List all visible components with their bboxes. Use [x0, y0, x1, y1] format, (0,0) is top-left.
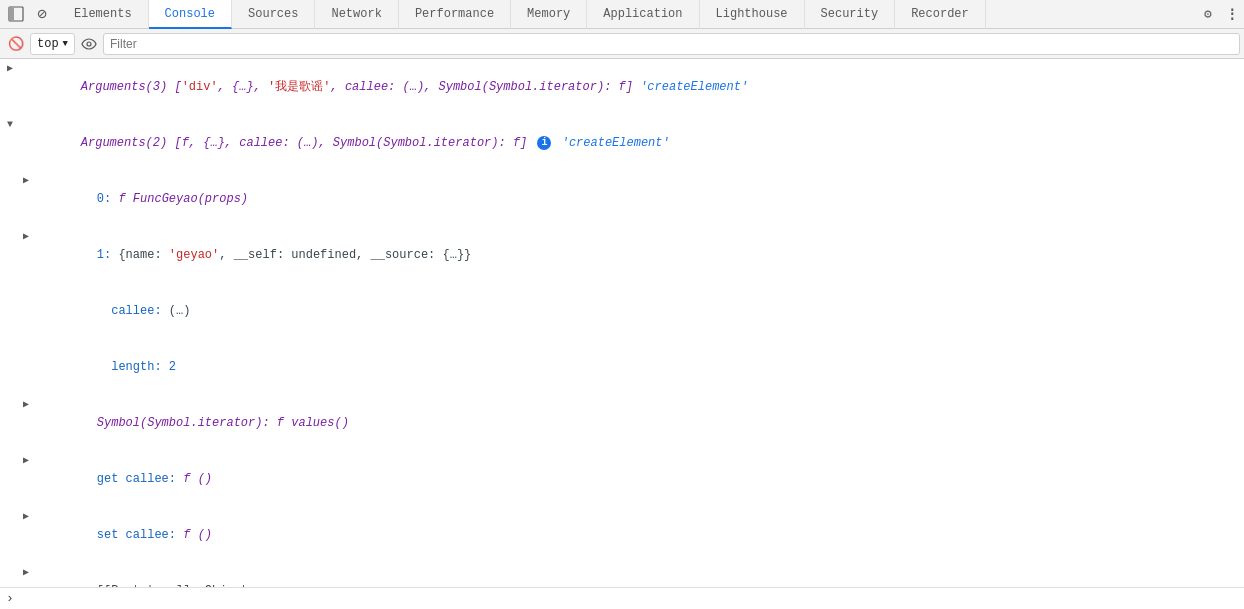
line-args2-get-callee[interactable]: ▶ get callee: f ()	[0, 451, 1244, 507]
tab-bar: ⊘ Elements Console Sources Network Perfo…	[0, 0, 1244, 29]
line-args2-callee: ▶ callee: (…)	[0, 283, 1244, 339]
svg-rect-1	[9, 7, 14, 21]
collapse-args2-arrow[interactable]: ▼	[4, 116, 16, 134]
console-toolbar: 🚫 top ▼	[0, 29, 1244, 59]
expand-args2-0-arrow[interactable]: ▶	[20, 172, 32, 190]
svg-point-2	[87, 42, 91, 46]
tab-elements[interactable]: Elements	[58, 0, 149, 29]
line-args2-length: ▶ length: 2	[0, 339, 1244, 395]
line-args3[interactable]: ▶ Arguments(3) ['div', {…}, '我是歌谣', call…	[0, 59, 1244, 115]
expand-args2-1-arrow[interactable]: ▶	[20, 228, 32, 246]
tab-sources[interactable]: Sources	[232, 0, 315, 29]
clear-console-icon[interactable]: 🚫	[4, 32, 28, 56]
line-args2-0[interactable]: ▶ 0: f FuncGeyao(props)	[0, 171, 1244, 227]
line-args2-header[interactable]: ▼ Arguments(2) [f, {…}, callee: (…), Sym…	[0, 115, 1244, 171]
tab-security[interactable]: Security	[805, 0, 896, 29]
expand-get-arrow[interactable]: ▶	[20, 452, 32, 470]
expand-symbol-arrow[interactable]: ▶	[20, 396, 32, 414]
prompt-arrow-icon: ›	[6, 591, 14, 606]
expand-proto-arrow[interactable]: ▶	[20, 564, 32, 582]
settings-icon[interactable]: ⚙	[1196, 2, 1220, 26]
tab-recorder[interactable]: Recorder	[895, 0, 986, 29]
block-icon[interactable]: ⊘	[30, 2, 54, 26]
context-label: top	[37, 37, 59, 51]
tab-lighthouse[interactable]: Lighthouse	[700, 0, 805, 29]
tab-network[interactable]: Network	[315, 0, 398, 29]
tab-application[interactable]: Application	[587, 0, 699, 29]
console-content: ▶ Arguments(3) ['div', {…}, '我是歌谣', call…	[0, 59, 1244, 606]
more-options-icon[interactable]: ⋮	[1220, 2, 1244, 26]
expand-args3-arrow[interactable]: ▶	[4, 60, 16, 78]
console-prompt-bar: ›	[0, 587, 1244, 609]
tab-console[interactable]: Console	[149, 0, 232, 29]
context-selector[interactable]: top ▼	[30, 33, 75, 55]
sidebar-toggle-icon[interactable]	[4, 2, 28, 26]
eye-icon[interactable]	[77, 32, 101, 56]
line-args2-set-callee[interactable]: ▶ set callee: f ()	[0, 507, 1244, 563]
tab-memory[interactable]: Memory	[511, 0, 587, 29]
line-args2-symbol[interactable]: ▶ Symbol(Symbol.iterator): f values()	[0, 395, 1244, 451]
info-badge-1: i	[537, 136, 551, 150]
dropdown-arrow-icon: ▼	[63, 39, 68, 49]
line-args2-1[interactable]: ▶ 1: {name: 'geyao', __self: undefined, …	[0, 227, 1244, 283]
tab-performance[interactable]: Performance	[399, 0, 511, 29]
expand-set-arrow[interactable]: ▶	[20, 508, 32, 526]
filter-input[interactable]	[103, 33, 1240, 55]
